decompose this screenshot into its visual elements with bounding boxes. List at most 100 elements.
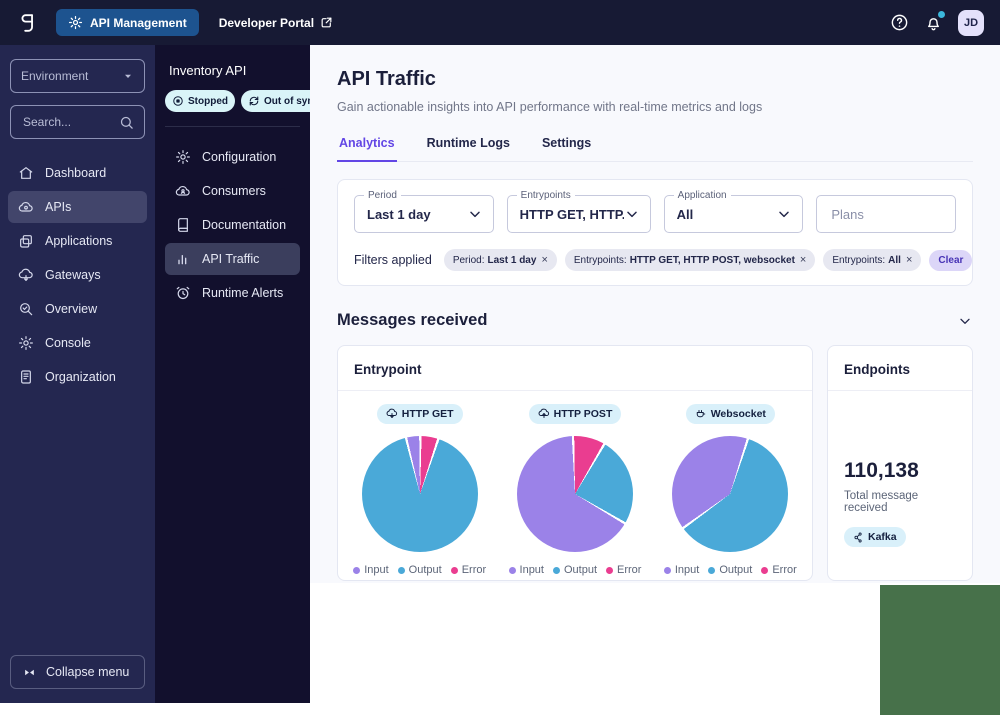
developer-portal-link[interactable]: Developer Portal [219, 16, 333, 30]
entrypoints-select[interactable]: Entrypoints HTTP GET, HTTP... [506, 190, 651, 233]
legend-output[interactable]: Output [397, 564, 442, 576]
application-label: Application [673, 190, 731, 201]
close-icon[interactable]: × [906, 254, 912, 266]
sidebar-item-apis[interactable]: APIs [8, 191, 147, 223]
help-icon[interactable] [890, 13, 909, 32]
chevron-down-icon [467, 206, 483, 222]
collapse-menu-button[interactable]: Collapse menu [10, 655, 145, 689]
environment-select[interactable]: Environment [10, 59, 145, 93]
api-item-api-traffic[interactable]: API Traffic [165, 243, 300, 275]
kafka-icon [853, 532, 864, 543]
chip-entrypoints[interactable]: Entrypoints: HTTP GET, HTTP POST, websoc… [564, 249, 816, 271]
legend-output[interactable]: Output [708, 564, 752, 576]
legend-output[interactable]: Output [552, 564, 597, 576]
pie-chart-http-get [361, 436, 478, 552]
top-bar: API Management Developer Portal JD [0, 0, 1000, 45]
search-input[interactable] [21, 114, 111, 130]
application-select[interactable]: Application All [663, 190, 804, 233]
close-icon[interactable]: × [800, 254, 806, 266]
close-icon[interactable]: × [541, 254, 547, 266]
api-item-label: API Traffic [202, 252, 260, 266]
clear-filters-button[interactable]: Clear [929, 249, 973, 271]
gear-icon [18, 335, 34, 351]
sync-icon [248, 95, 260, 107]
tab-runtime-logs[interactable]: Runtime Logs [425, 136, 512, 161]
endpoints-card-title: Endpoints [828, 346, 972, 391]
api-item-runtime-alerts[interactable]: Runtime Alerts [165, 277, 300, 309]
messages-received-header: Messages received [337, 311, 973, 330]
collapse-icon [23, 666, 36, 679]
page-title: API Traffic [337, 68, 436, 90]
bar-chart-icon [175, 251, 191, 267]
period-select[interactable]: Period Last 1 day [354, 190, 494, 233]
sidebar-item-applications[interactable]: Applications [8, 225, 147, 257]
legend-error[interactable]: Error [606, 564, 641, 576]
tab-settings[interactable]: Settings [540, 136, 593, 161]
user-avatar[interactable]: JD [958, 9, 984, 36]
api-item-label: Documentation [202, 218, 287, 232]
sidebar-item-console[interactable]: Console [8, 327, 147, 359]
sidebar-search-box [10, 105, 145, 139]
sidebar-item-gateways[interactable]: Gateways [8, 259, 147, 291]
api-item-consumers[interactable]: Consumers [165, 175, 300, 207]
chevron-down-icon[interactable] [957, 313, 973, 329]
sidebar-item-dashboard[interactable]: Dashboard [8, 157, 147, 189]
legend-input[interactable]: Input [353, 564, 389, 576]
tab-analytics[interactable]: Analytics [337, 136, 397, 162]
sidebar-item-label: Organization [45, 370, 116, 384]
chevron-down-icon [624, 206, 640, 222]
websocket-badge: Websocket [685, 404, 775, 424]
filters-applied-label: Filters applied [354, 253, 432, 267]
sidebar-item-organization[interactable]: Organization [8, 361, 147, 393]
legend-dot-input [508, 566, 516, 574]
api-item-label: Configuration [202, 150, 277, 164]
entrypoints-label: Entrypoints [516, 190, 575, 201]
pie-badge-label: Websocket [710, 408, 766, 420]
endpoints-card: Endpoints 110,138 Total message received… [827, 345, 973, 581]
stop-circle-icon [172, 95, 184, 107]
api-management-label: API Management [90, 15, 187, 30]
api-item-documentation[interactable]: Documentation [165, 209, 300, 241]
document-icon [18, 369, 34, 385]
sidebar-item-label: Console [45, 336, 91, 350]
chip-prefix: Entrypoints: [832, 254, 886, 266]
api-item-label: Consumers [202, 184, 266, 198]
api-management-button[interactable]: API Management [56, 9, 199, 36]
gear-icon [175, 149, 191, 165]
plans-field [816, 195, 957, 233]
developer-portal-label: Developer Portal [218, 15, 315, 30]
chip-entrypoints-all[interactable]: Entrypoints: All × [823, 249, 922, 271]
pie-legend: Input Output Error [508, 564, 641, 576]
legend-dot-output [397, 566, 405, 574]
page-subtitle: Gain actionable insights into API perfor… [337, 100, 763, 114]
legend-input[interactable]: Input [508, 564, 544, 576]
pie-group-websocket: Websocket Input Output Error [663, 404, 797, 576]
home-icon [18, 165, 34, 181]
legend-error[interactable]: Error [761, 564, 797, 576]
book-icon [175, 217, 191, 233]
cloud-upload-icon [538, 408, 550, 420]
sidebar-item-overview[interactable]: Overview [8, 293, 147, 325]
sidebar-item-label: Gateways [45, 268, 101, 282]
entrypoint-card-title: Entrypoint [338, 346, 812, 391]
search-icon [119, 115, 134, 130]
pie-legend: Input Output Error [663, 564, 797, 576]
kafka-badge-label: Kafka [868, 531, 897, 543]
cloud-person-icon [175, 183, 191, 199]
legend-input[interactable]: Input [663, 564, 699, 576]
api-sidebar: Inventory API Stopped Out of sync Config… [155, 45, 327, 703]
tab-bar: Analytics Runtime Logs Settings [337, 136, 973, 162]
entrypoint-card: Entrypoint HTTP GET Input Output Error H… [337, 345, 813, 581]
caret-down-icon [122, 70, 134, 82]
legend-dot-input [353, 566, 361, 574]
chip-period[interactable]: Period: Last 1 day × [443, 249, 557, 271]
legend-dot-error [606, 566, 614, 574]
legend-dot-output [708, 566, 716, 574]
api-item-configuration[interactable]: Configuration [165, 141, 300, 173]
notifications-bell-icon[interactable] [924, 11, 945, 32]
legend-dot-input [663, 566, 671, 574]
legend-error[interactable]: Error [450, 564, 486, 576]
pie-group-http-post: HTTP POST Input Output Error [508, 404, 641, 576]
plans-input[interactable] [829, 205, 946, 223]
green-overlay-block [880, 585, 1000, 715]
